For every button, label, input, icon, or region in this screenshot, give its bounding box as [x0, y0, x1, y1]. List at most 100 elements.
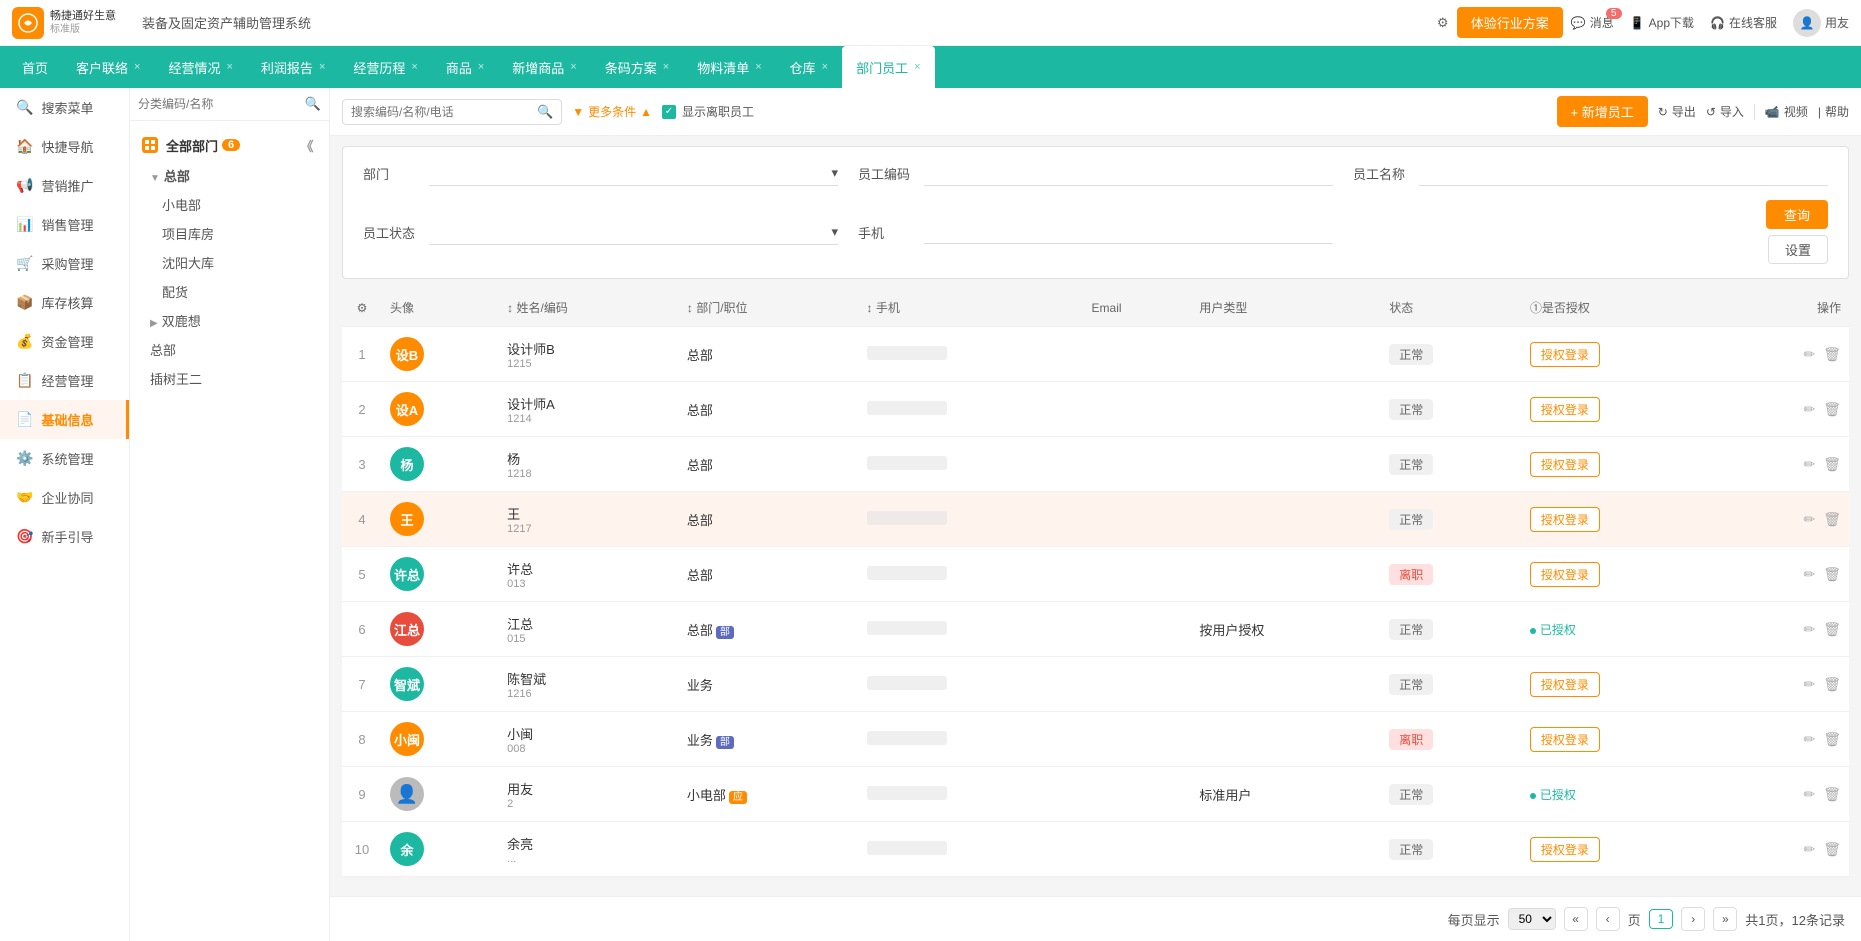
col-phone[interactable]: ↕ 手机	[859, 289, 1084, 327]
edit-icon[interactable]: ✏	[1803, 401, 1815, 418]
auth-button[interactable]: 授权登录	[1530, 672, 1600, 697]
dept-node-zonbu[interactable]: ▼总部	[130, 161, 329, 190]
online-service-button[interactable]: 🎧 在线客服	[1710, 14, 1777, 31]
sidebar-item-system[interactable]: ⚙️ 系统管理	[0, 439, 129, 478]
sidebar-item-nav[interactable]: 🏠 快捷导航	[0, 127, 129, 166]
auth-button[interactable]: 授权登录	[1530, 562, 1600, 587]
close-icon[interactable]: ×	[478, 61, 484, 73]
delete-icon[interactable]: 🗑	[1823, 456, 1841, 473]
phone-input[interactable]	[924, 220, 1333, 244]
sidebar-item-inventory[interactable]: 📦 库存核算	[0, 283, 129, 322]
tab-customer[interactable]: 客户联络×	[62, 46, 154, 88]
col-name[interactable]: ↕ 姓名/编码	[499, 289, 679, 327]
sidebar-item-sales[interactable]: 📊 销售管理	[0, 205, 129, 244]
sidebar-item-guide[interactable]: 🎯 新手引导	[0, 517, 129, 556]
query-button[interactable]: 查询	[1766, 200, 1828, 229]
last-page-button[interactable]: »	[1713, 907, 1737, 931]
sidebar-item-business[interactable]: 📋 经营管理	[0, 361, 129, 400]
tab-warehouse[interactable]: 仓库×	[776, 46, 842, 88]
tab-department[interactable]: 部门员工×	[842, 46, 934, 88]
edit-icon[interactable]: ✏	[1803, 566, 1815, 583]
auth-button[interactable]: 授权登录	[1530, 727, 1600, 752]
edit-icon[interactable]: ✏	[1803, 456, 1815, 473]
reset-button[interactable]: 设置	[1768, 235, 1828, 264]
edit-icon[interactable]: ✏	[1803, 841, 1815, 858]
dept-search-icon[interactable]: 🔍	[305, 96, 321, 112]
edit-icon[interactable]: ✏	[1803, 621, 1815, 638]
close-icon[interactable]: ×	[570, 61, 576, 73]
close-icon[interactable]: ×	[319, 61, 325, 73]
close-icon[interactable]: ×	[663, 61, 669, 73]
close-icon[interactable]: ×	[134, 61, 140, 73]
dept-search-input[interactable]	[138, 97, 301, 111]
dept-node-project[interactable]: 项目库房	[130, 219, 329, 248]
help-button[interactable]: | 帮助	[1818, 103, 1849, 120]
sidebar-item-finance[interactable]: 💰 资金管理	[0, 322, 129, 361]
auth-button[interactable]: 授权登录	[1530, 452, 1600, 477]
tab-add-goods[interactable]: 新增商品×	[498, 46, 590, 88]
emp-name-input[interactable]	[1419, 162, 1828, 186]
sidebar-item-search[interactable]: 🔍 搜索菜单	[0, 88, 129, 127]
delete-icon[interactable]: 🗑	[1823, 841, 1841, 858]
tab-home[interactable]: 首页	[8, 46, 62, 88]
show-resigned-toggle[interactable]: ✓ 显示离职员工	[662, 103, 754, 120]
tab-goods[interactable]: 商品×	[432, 46, 498, 88]
delete-icon[interactable]: 🗑	[1823, 566, 1841, 583]
auth-button[interactable]: 授权登录	[1530, 397, 1600, 422]
edit-icon[interactable]: ✏	[1803, 346, 1815, 363]
current-page[interactable]: 1	[1649, 909, 1674, 929]
message-button[interactable]: 💬 消息 5	[1571, 14, 1614, 31]
close-icon[interactable]: ×	[914, 61, 920, 73]
close-icon[interactable]: ×	[755, 61, 761, 73]
add-employee-button[interactable]: + 新增员工	[1557, 96, 1648, 127]
auth-button[interactable]: 授权登录	[1530, 342, 1600, 367]
dept-node-zonbu2[interactable]: 总部	[130, 335, 329, 364]
emp-code-input[interactable]	[924, 162, 1333, 186]
sidebar-item-purchase[interactable]: 🛒 采购管理	[0, 244, 129, 283]
delete-icon[interactable]: 🗑	[1823, 511, 1841, 528]
user-avatar[interactable]: 👤 用友	[1793, 9, 1849, 37]
close-icon[interactable]: ×	[226, 61, 232, 73]
tab-history[interactable]: 经营历程×	[339, 46, 431, 88]
app-download-button[interactable]: 📱 App下载	[1630, 14, 1694, 31]
dept-node-xiaodian[interactable]: 小电部	[130, 190, 329, 219]
col-dept[interactable]: ↕ 部门/职位	[679, 289, 859, 327]
edit-icon[interactable]: ✏	[1803, 511, 1815, 528]
tab-operation[interactable]: 经营情况×	[154, 46, 246, 88]
status-select[interactable]: ▾	[429, 220, 838, 245]
delete-icon[interactable]: 🗑	[1823, 676, 1841, 693]
delete-icon[interactable]: 🗑	[1823, 731, 1841, 748]
delete-icon[interactable]: 🗑	[1823, 401, 1841, 418]
dept-select[interactable]: ▾	[429, 161, 838, 186]
collapse-button[interactable]: 《	[297, 135, 317, 155]
prev-page-button[interactable]: ‹	[1596, 907, 1620, 931]
tab-barcode[interactable]: 条码方案×	[591, 46, 683, 88]
try-plan-button[interactable]: 体验行业方案	[1457, 7, 1563, 38]
close-icon[interactable]: ×	[411, 61, 417, 73]
dept-node-chashuwang[interactable]: 插树王二	[130, 364, 329, 393]
col-settings[interactable]: ⚙	[342, 289, 382, 327]
settings-icon[interactable]: ⚙	[1433, 13, 1453, 33]
edit-icon[interactable]: ✏	[1803, 676, 1815, 693]
dept-node-shenyang[interactable]: 沈阳大库	[130, 248, 329, 277]
edit-icon[interactable]: ✏	[1803, 786, 1815, 803]
import-button[interactable]: ↺ 导入	[1706, 103, 1744, 120]
all-dept-header[interactable]: 全部部门 6 《	[130, 129, 329, 161]
tab-bom[interactable]: 物料清单×	[683, 46, 775, 88]
delete-icon[interactable]: 🗑	[1823, 786, 1841, 803]
first-page-button[interactable]: «	[1564, 907, 1588, 931]
search-icon[interactable]: 🔍	[537, 104, 553, 120]
more-filters-button[interactable]: ▼ 更多条件 ▲	[572, 103, 652, 120]
edit-icon[interactable]: ✏	[1803, 731, 1815, 748]
per-page-select[interactable]: 50	[1508, 908, 1556, 930]
close-icon[interactable]: ×	[822, 61, 828, 73]
auth-button[interactable]: 授权登录	[1530, 837, 1600, 862]
sidebar-item-marketing[interactable]: 📢 营销推广	[0, 166, 129, 205]
view-button[interactable]: 📹 视频	[1765, 103, 1808, 120]
dept-node-peihuo[interactable]: 配货	[130, 277, 329, 306]
delete-icon[interactable]: 🗑	[1823, 621, 1841, 638]
sidebar-item-basic[interactable]: 📄 基础信息	[0, 400, 129, 439]
search-input[interactable]	[351, 105, 531, 119]
dept-node-shuanglu[interactable]: ▶双鹿想	[130, 306, 329, 335]
sidebar-item-collab[interactable]: 🤝 企业协同	[0, 478, 129, 517]
